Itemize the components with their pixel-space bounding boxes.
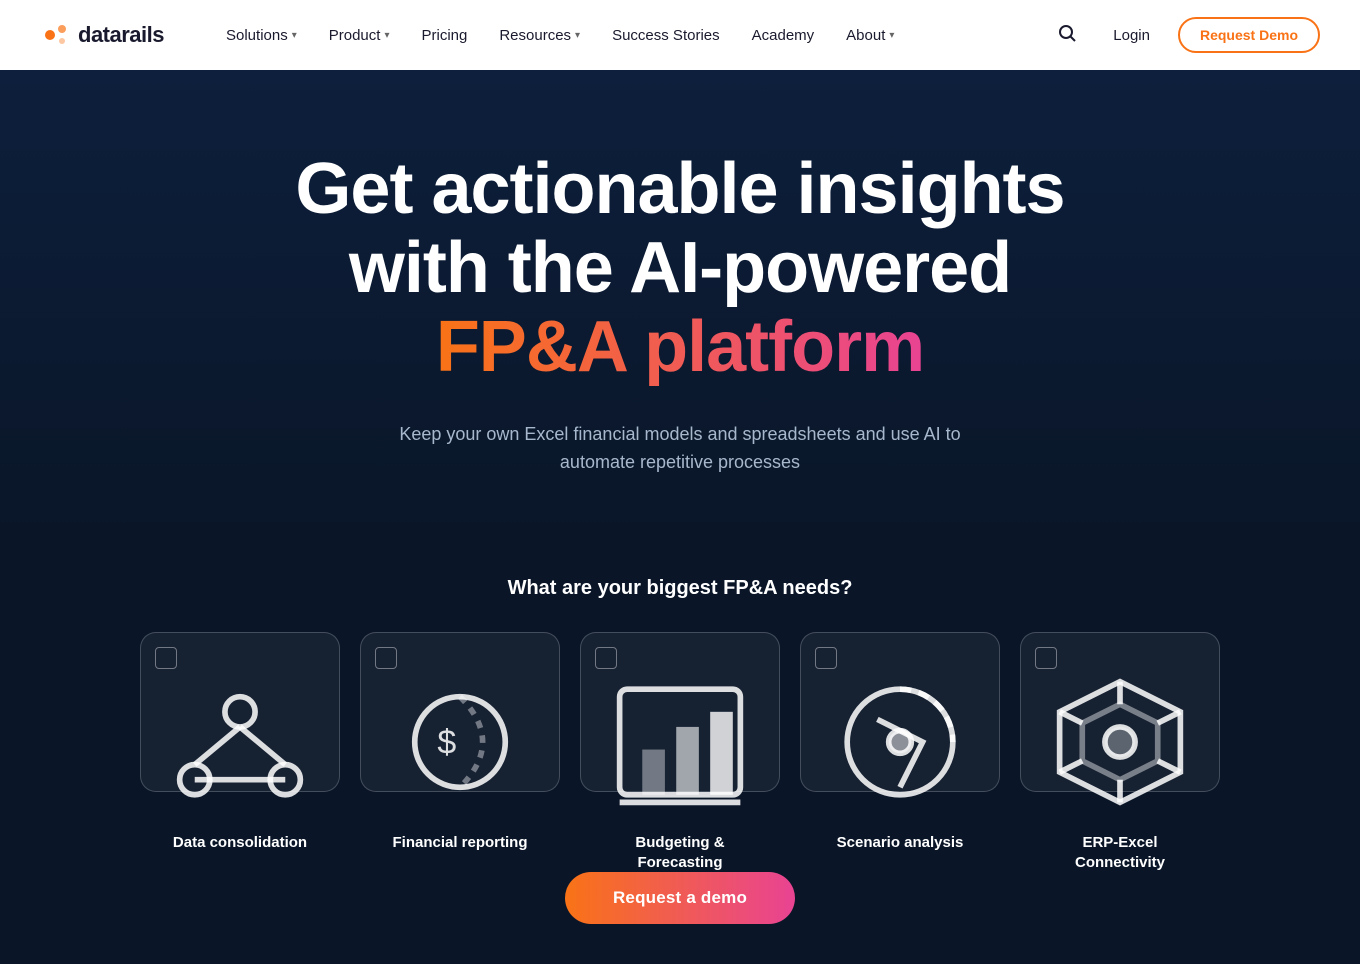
chevron-down-icon: ▾ (575, 30, 580, 41)
card-scenario-analysis[interactable]: Scenario analysis (800, 632, 1000, 792)
chevron-down-icon: ▾ (384, 30, 389, 41)
nav-links: Solutions ▾ Product ▾ Pricing Resources … (212, 19, 1049, 52)
scenario-icon (817, 659, 983, 825)
login-button[interactable]: Login (1101, 19, 1162, 52)
card-checkbox (375, 647, 397, 669)
nav-item-resources[interactable]: Resources ▾ (485, 19, 594, 52)
request-demo-cta-button[interactable]: Request a demo (565, 872, 795, 924)
budgeting-icon (597, 659, 763, 825)
chevron-down-icon: ▾ (889, 30, 894, 41)
card-checkbox (595, 647, 617, 669)
card-budgeting-forecasting[interactable]: Budgeting & Forecasting (580, 632, 780, 792)
card-checkbox (815, 647, 837, 669)
search-icon (1057, 23, 1077, 43)
hero-section: Get actionable insights with the AI-powe… (0, 70, 1360, 537)
erp-icon (1037, 659, 1203, 825)
chevron-down-icon: ▾ (292, 30, 297, 41)
needs-section: What are your biggest FP&A needs? Data c… (0, 537, 1360, 852)
hero-title-highlight: FP&A platform (436, 307, 924, 387)
nav-item-product[interactable]: Product ▾ (315, 19, 404, 52)
nav-item-about[interactable]: About ▾ (832, 19, 908, 52)
card-label-consolidation: Data consolidation (157, 833, 323, 853)
card-data-consolidation[interactable]: Data consolidation (140, 632, 340, 792)
card-label-budgeting: Budgeting & Forecasting (597, 833, 763, 872)
cards-row: Data consolidation $ Financial reporting (140, 632, 1220, 792)
card-checkbox (155, 647, 177, 669)
card-label-scenario: Scenario analysis (817, 833, 983, 853)
svg-text:$: $ (437, 723, 456, 761)
navbar: datarails Solutions ▾ Product ▾ Pricing … (0, 0, 1360, 70)
needs-title: What are your biggest FP&A needs? (508, 577, 853, 600)
logo-text: datarails (78, 22, 164, 48)
reporting-icon: $ (377, 659, 543, 825)
nav-item-success-stories[interactable]: Success Stories (598, 19, 734, 52)
hero-subtitle: Keep your own Excel financial models and… (380, 420, 980, 478)
nav-item-pricing[interactable]: Pricing (407, 19, 481, 52)
card-erp-excel[interactable]: ERP-Excel Connectivity (1020, 632, 1220, 792)
card-label-erp: ERP-Excel Connectivity (1037, 833, 1203, 872)
card-checkbox (1035, 647, 1057, 669)
search-button[interactable] (1049, 15, 1085, 56)
card-financial-reporting[interactable]: $ Financial reporting (360, 632, 560, 792)
request-demo-button[interactable]: Request Demo (1178, 17, 1320, 53)
nav-right: Login Request Demo (1049, 15, 1320, 56)
logo[interactable]: datarails (40, 19, 164, 51)
card-label-reporting: Financial reporting (377, 833, 543, 853)
nav-item-academy[interactable]: Academy (738, 19, 829, 52)
hero-title: Get actionable insights with the AI-powe… (295, 150, 1064, 388)
consolidation-icon (157, 659, 323, 825)
nav-item-solutions[interactable]: Solutions ▾ (212, 19, 311, 52)
